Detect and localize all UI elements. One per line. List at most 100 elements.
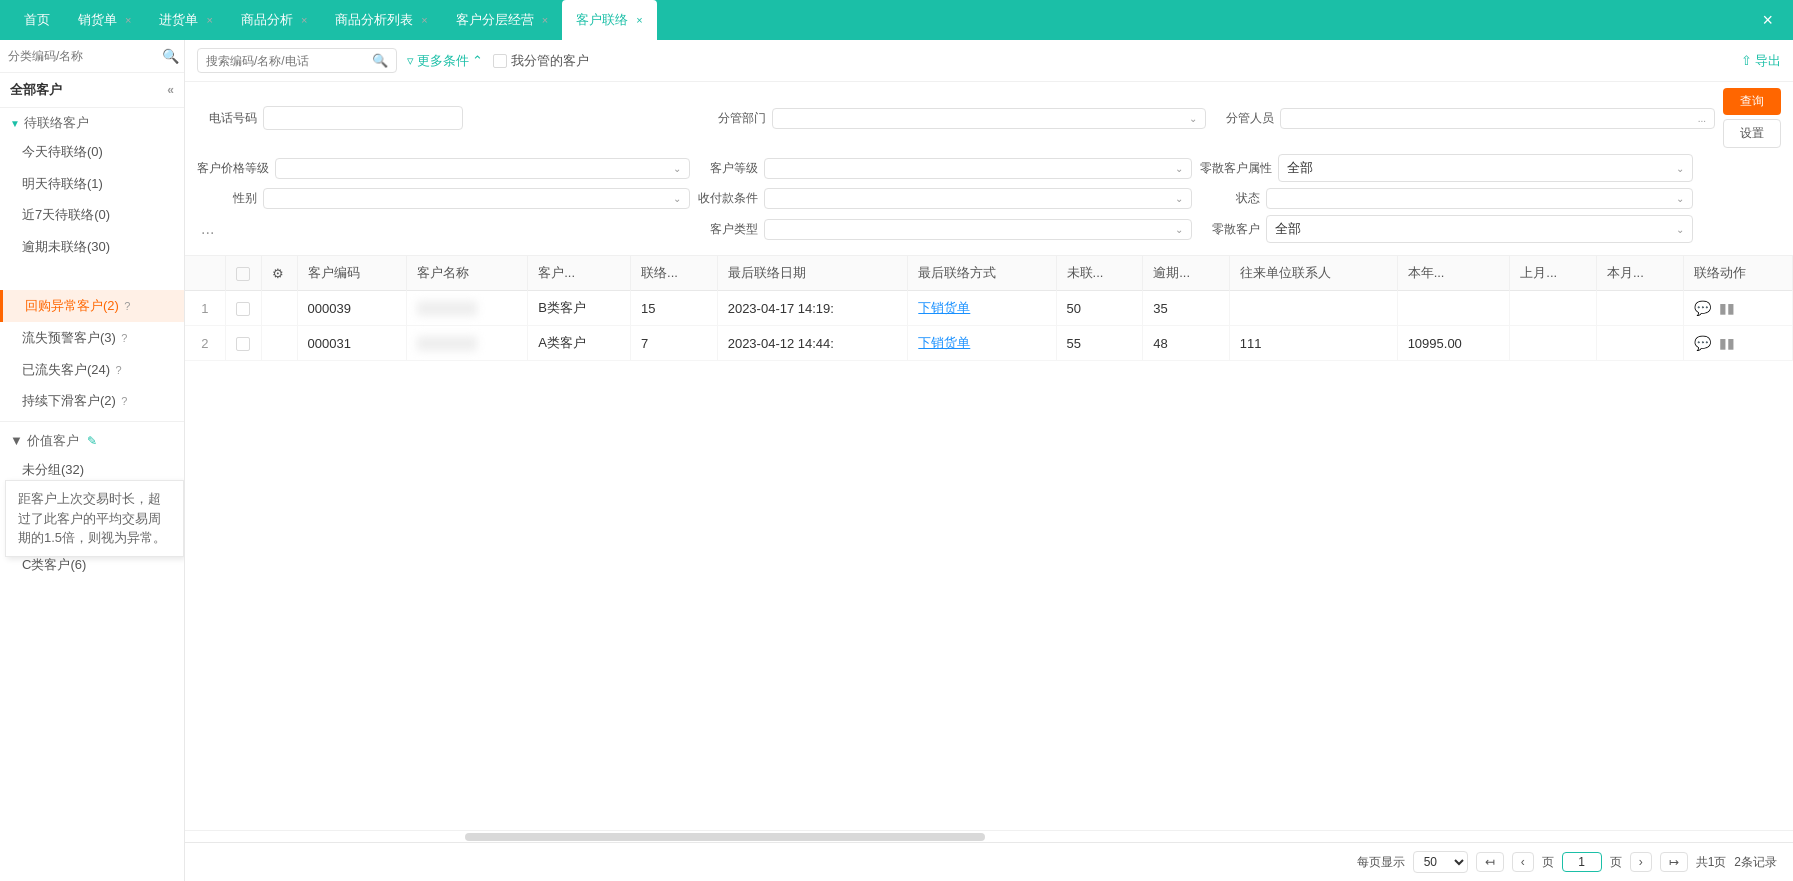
current-page-input[interactable] — [1562, 852, 1602, 872]
query-button[interactable]: 查询 — [1723, 88, 1781, 115]
edit-icon-group2[interactable]: ✎ — [87, 434, 97, 448]
nav-home[interactable]: 首页 — [10, 0, 64, 40]
triangle-icon: ▼ — [10, 118, 20, 129]
last-page-btn[interactable]: ↦ — [1660, 852, 1688, 872]
nav-close-product-analysis-list[interactable]: × — [421, 0, 427, 40]
scrollbar-thumb[interactable] — [465, 833, 985, 841]
col-header-this-month: 本月... — [1596, 256, 1683, 291]
table-settings-icon[interactable]: ⚙ — [272, 266, 284, 281]
help-icon-abnormal: ? — [124, 300, 130, 312]
nav-close-product-analysis[interactable]: × — [301, 0, 307, 40]
gender-select[interactable]: ⌄ — [263, 188, 690, 209]
my-customer-check[interactable] — [493, 54, 507, 68]
row1-action: 💬 ▮▮ — [1683, 291, 1792, 326]
row2-action: 💬 ▮▮ — [1683, 326, 1792, 361]
more-filters-dots[interactable]: ... — [197, 220, 218, 238]
page-size-select[interactable]: 50 20 100 — [1413, 851, 1468, 873]
row2-last-month — [1510, 326, 1597, 361]
export-icon: ⇧ — [1741, 53, 1752, 68]
price-grade-select[interactable]: ⌄ — [275, 158, 690, 179]
row1-last-date: 2023-04-17 14:19: — [717, 291, 908, 326]
next-page-btn[interactable]: › — [1630, 852, 1652, 872]
nav-close-customer-contact[interactable]: × — [636, 0, 642, 40]
col-header-check — [225, 256, 261, 291]
row2-qr-icon[interactable]: ▮▮ — [1719, 335, 1735, 351]
row2-chat-icon[interactable]: 💬 — [1694, 335, 1711, 351]
sidebar-item-churn-warning[interactable]: 流失预警客户(3) ? — [0, 322, 184, 354]
row2-num: 2 — [185, 326, 225, 361]
row1-contact: 15 — [631, 291, 718, 326]
nav-close-customer-tiered[interactable]: × — [542, 0, 548, 40]
sidebar-item-tomorrow-contact[interactable]: 明天待联络(1) — [0, 168, 184, 200]
zero-scatter-select[interactable]: 全部 ⌄ — [1278, 154, 1693, 182]
row1-grade: B类客户 — [528, 291, 631, 326]
main-search-icon[interactable]: 🔍 — [372, 53, 388, 68]
nav-purchase-order[interactable]: 进货单 × — [145, 0, 226, 40]
total-pages-label: 共1页 — [1696, 854, 1727, 871]
col-header-this-year: 本年... — [1397, 256, 1510, 291]
nav-customer-contact[interactable]: 客户联络 × — [562, 0, 656, 40]
help-icon-churned: ? — [115, 364, 121, 376]
row1-unit-contact — [1229, 291, 1397, 326]
more-conditions-btn[interactable]: ▿ 更多条件 ⌃ — [407, 52, 483, 70]
row2-checkbox[interactable] — [236, 337, 250, 351]
col-header-settings[interactable]: ⚙ — [261, 256, 297, 291]
prev-page-btn[interactable]: ‹ — [1512, 852, 1534, 872]
nav-close-sales-order[interactable]: × — [125, 0, 131, 40]
settings-button[interactable]: 设置 — [1723, 119, 1781, 148]
customer-type-arrow: ⌄ — [1175, 224, 1183, 235]
dept-select[interactable]: ⌄ — [772, 108, 1207, 129]
filter-row-2: 客户价格等级 ⌄ 客户等级 ⌄ 零散客户属性 全部 — [197, 154, 1781, 182]
window-close-button[interactable]: × — [1752, 10, 1783, 31]
pagination-bar: 每页显示 50 20 100 ↤ ‹ 页 页 › ↦ 共1页 2条记录 — [185, 842, 1793, 881]
nav-sales-order[interactable]: 销货单 × — [64, 0, 145, 40]
page-word2: 页 — [1610, 854, 1622, 871]
price-grade-arrow: ⌄ — [673, 163, 681, 174]
first-page-btn[interactable]: ↤ — [1476, 852, 1504, 872]
sidebar-item-churned[interactable]: 已流失客户(24) ? — [0, 354, 184, 386]
dept-label: 分管部门 — [706, 110, 766, 127]
export-btn[interactable]: ⇧ 导出 — [1741, 52, 1781, 70]
row1-settings — [261, 291, 297, 326]
nav-product-analysis-list[interactable]: 商品分析列表 × — [321, 0, 441, 40]
nav-product-analysis[interactable]: 商品分析 × — [227, 0, 321, 40]
sidebar-search-icon[interactable]: 🔍 — [162, 48, 179, 64]
row2-this-month — [1596, 326, 1683, 361]
customer-type-select[interactable]: ⌄ — [764, 219, 1191, 240]
row2-last-way[interactable]: 下销货单 — [908, 326, 1056, 361]
sidebar-item-abnormal-repurchase[interactable]: 回购异常客户(2) ? — [0, 290, 184, 322]
status-select[interactable]: ⌄ — [1266, 188, 1693, 209]
select-all-checkbox[interactable] — [236, 267, 250, 281]
payment-label: 收付款条件 — [698, 190, 758, 207]
row2-check[interactable] — [225, 326, 261, 361]
my-customer-checkbox[interactable]: 我分管的客户 — [493, 52, 589, 70]
row1-check[interactable] — [225, 291, 261, 326]
sidebar-item-declining[interactable]: 持续下滑客户(2) ? — [0, 385, 184, 417]
main-search-input[interactable] — [206, 54, 366, 68]
sidebar-item-overdue-contact[interactable]: 逾期未联络(30) — [0, 231, 184, 263]
help-icon-churn-warning: ? — [121, 332, 127, 344]
phone-input[interactable] — [263, 106, 463, 130]
zero-customer-select[interactable]: 全部 ⌄ — [1266, 215, 1693, 243]
nav-customer-tiered[interactable]: 客户分层经营 × — [442, 0, 562, 40]
row1-chat-icon[interactable]: 💬 — [1694, 300, 1711, 316]
sidebar-group-pending-contact: ▼ 待联络客户 — [0, 108, 184, 136]
table-header-row: ⚙ 客户编码 客户名称 客户... 联络... 最后联络日期 最后联络方式 未联… — [185, 256, 1793, 291]
row1-qr-icon[interactable]: ▮▮ — [1719, 300, 1735, 316]
staff-select[interactable]: ... — [1280, 108, 1715, 129]
row1-last-way[interactable]: 下销货单 — [908, 291, 1056, 326]
status-label: 状态 — [1200, 190, 1260, 207]
customer-grade-select[interactable]: ⌄ — [764, 158, 1191, 179]
sidebar-item-7days-contact[interactable]: 近7天待联络(0) — [0, 199, 184, 231]
row1-this-year — [1397, 291, 1510, 326]
col-header-no-contact: 未联... — [1056, 256, 1143, 291]
sidebar-collapse-btn[interactable]: « — [167, 83, 174, 97]
price-grade-label: 客户价格等级 — [197, 160, 269, 177]
col-header-code: 客户编码 — [297, 256, 406, 291]
row1-checkbox[interactable] — [236, 302, 250, 316]
nav-close-purchase-order[interactable]: × — [206, 0, 212, 40]
sidebar-search-input[interactable] — [8, 49, 158, 63]
sidebar-item-today-contact[interactable]: 今天待联络(0) — [0, 136, 184, 168]
horizontal-scrollbar[interactable] — [185, 830, 1793, 842]
payment-select[interactable]: ⌄ — [764, 188, 1191, 209]
